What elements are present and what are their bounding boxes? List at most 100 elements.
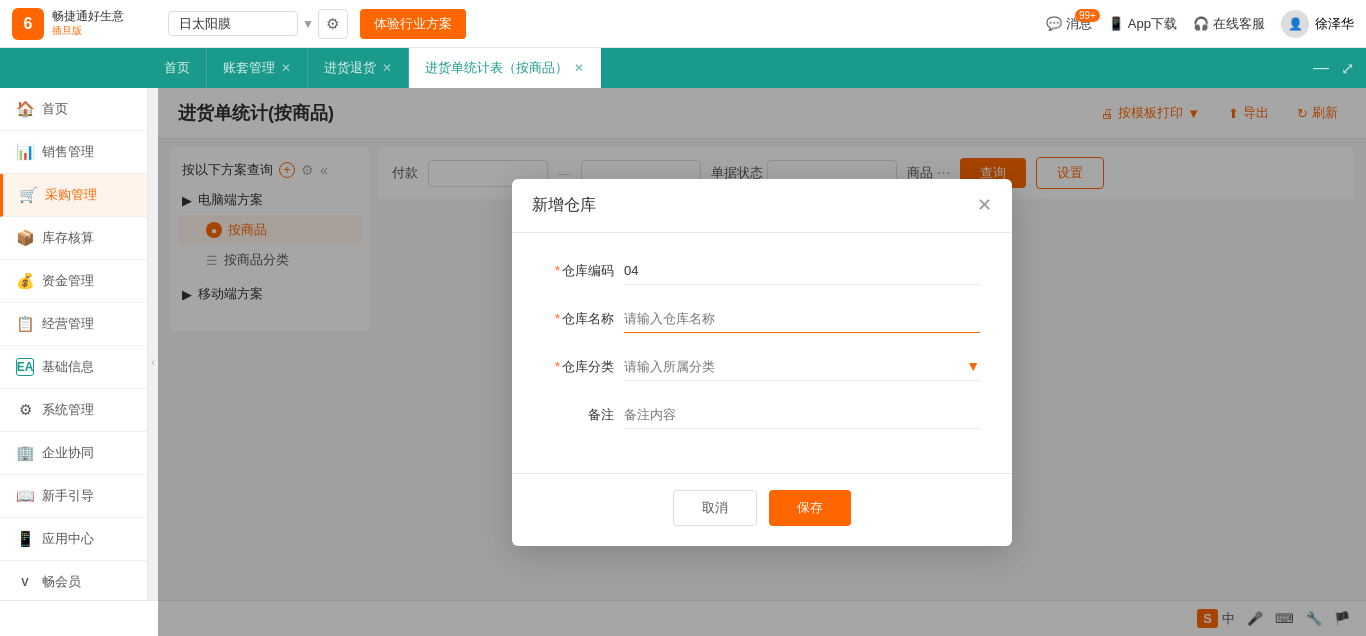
tab-home-label: 首页 (164, 59, 190, 77)
tab-purchase-return-label: 进货退货 (324, 59, 376, 77)
member-icon: V (16, 573, 34, 591)
content-area: 进货单统计(按商品) 🖨 按模板打印 ▼ ⬆ 导出 ↻ 刷新 (158, 88, 1366, 636)
sidebar-apps-label: 应用中心 (42, 530, 94, 548)
sidebar-item-enterprise[interactable]: 🏢 企业协同 (0, 432, 147, 475)
sidebar-item-purchase[interactable]: 🛒 采购管理 (0, 174, 147, 217)
tab-purchase-stats-close-icon[interactable]: ✕ (574, 61, 584, 75)
online-service-item[interactable]: 🎧 在线客服 (1193, 15, 1265, 33)
modal-overlay: 新增仓库 ✕ *仓库编码 *仓库名称 (158, 88, 1366, 636)
modal-footer: 取消 保存 (512, 473, 1012, 546)
sidebar-member-label: 畅会员 (42, 573, 81, 591)
username-label: 徐泽华 (1315, 15, 1354, 33)
sidebar-item-home[interactable]: 🏠 首页 (0, 88, 147, 131)
sidebar-enterprise-label: 企业协同 (42, 444, 94, 462)
warehouse-name-input[interactable] (624, 305, 980, 333)
tab-home[interactable]: 首页 (148, 48, 207, 88)
tab-account[interactable]: 账套管理 ✕ (207, 48, 308, 88)
tab-purchase-stats-label: 进货单统计表（按商品） (425, 59, 568, 77)
tab-purchase-return[interactable]: 进货退货 ✕ (308, 48, 409, 88)
sidebar-item-guide[interactable]: 📖 新手引导 (0, 475, 147, 518)
guide-icon: 📖 (16, 487, 34, 505)
category-label: *仓库分类 (544, 358, 614, 376)
system-icon: ⚙ (16, 401, 34, 419)
topbar: 6 畅捷通好生意 插旦版 ▼ ⚙ 体验行业方案 💬 消息 99+ 📱 App下载… (0, 0, 1366, 48)
name-required-star: * (555, 311, 560, 326)
form-row-name: *仓库名称 (544, 305, 980, 333)
tab-minimize-icon[interactable]: — (1309, 57, 1333, 79)
category-select-wrapper: ▼ (624, 353, 980, 381)
tab-purchase-return-close-icon[interactable]: ✕ (382, 61, 392, 75)
modal-header: 新增仓库 ✕ (512, 179, 1012, 233)
tab-purchase-stats[interactable]: 进货单统计表（按商品） ✕ (409, 48, 601, 88)
user-info[interactable]: 👤 徐泽华 (1281, 10, 1354, 38)
warehouse-code-input[interactable] (624, 257, 980, 285)
trial-button[interactable]: 体验行业方案 (360, 9, 466, 39)
message-badge: 99+ (1075, 9, 1100, 22)
warehouse-modal: 新增仓库 ✕ *仓库编码 *仓库名称 (512, 179, 1012, 546)
basic-info-icon: EA (16, 358, 34, 376)
sidebar-home-label: 首页 (42, 100, 68, 118)
sidebar-operation-label: 经营管理 (42, 315, 94, 333)
logo-icon: 6 (12, 8, 44, 40)
settings-icon[interactable]: ⚙ (318, 9, 348, 39)
sidebar-guide-label: 新手引导 (42, 487, 94, 505)
stock-icon: 📦 (16, 229, 34, 247)
app-download-item[interactable]: 📱 App下载 (1108, 15, 1177, 33)
form-row-category: *仓库分类 ▼ (544, 353, 980, 381)
tabbar-controls: — ⤢ (1309, 57, 1366, 80)
online-service-label: 在线客服 (1213, 15, 1265, 33)
sidebar-collapse-handle[interactable]: ‹ (148, 88, 158, 636)
sidebar-finance-label: 资金管理 (42, 272, 94, 290)
user-avatar: 👤 (1281, 10, 1309, 38)
tab-maximize-icon[interactable]: ⤢ (1337, 57, 1358, 80)
sidebar-item-operation[interactable]: 📋 经营管理 (0, 303, 147, 346)
modal-title: 新增仓库 (532, 195, 596, 216)
store-search-input[interactable] (168, 11, 298, 36)
tab-account-label: 账套管理 (223, 59, 275, 77)
sidebar-system-label: 系统管理 (42, 401, 94, 419)
sidebar-item-stock[interactable]: 📦 库存核算 (0, 217, 147, 260)
logo-sub: 插旦版 (52, 24, 124, 38)
topbar-search: ▼ ⚙ 体验行业方案 (168, 9, 466, 39)
category-input[interactable] (624, 353, 966, 380)
tab-account-close-icon[interactable]: ✕ (281, 61, 291, 75)
sidebar-item-member[interactable]: V 畅会员 (0, 561, 147, 604)
sidebar-item-finance[interactable]: 💰 资金管理 (0, 260, 147, 303)
note-input[interactable] (624, 401, 980, 429)
sidebar-basic-info-label: 基础信息 (42, 358, 94, 376)
sales-icon: 📊 (16, 143, 34, 161)
message-icon: 💬 (1046, 16, 1062, 31)
purchase-icon: 🛒 (19, 186, 37, 204)
sidebar-item-sales[interactable]: 📊 销售管理 (0, 131, 147, 174)
modal-close-icon[interactable]: ✕ (977, 196, 992, 214)
sidebar-item-system[interactable]: ⚙ 系统管理 (0, 389, 147, 432)
sidebar-purchase-label: 采购管理 (45, 186, 97, 204)
topbar-right: 💬 消息 99+ 📱 App下载 🎧 在线客服 👤 徐泽华 (1046, 10, 1354, 38)
modal-body: *仓库编码 *仓库名称 *仓库分类 (512, 233, 1012, 473)
headset-icon: 🎧 (1193, 16, 1209, 31)
code-required-star: * (555, 263, 560, 278)
sidebar-item-basic-info[interactable]: EA 基础信息 (0, 346, 147, 389)
message-item[interactable]: 💬 消息 99+ (1046, 15, 1092, 33)
home-icon: 🏠 (16, 100, 34, 118)
category-dropdown-icon[interactable]: ▼ (966, 358, 980, 374)
main-layout: 🏠 首页 📊 销售管理 🛒 采购管理 📦 库存核算 💰 资金管理 📋 经营管理 … (0, 88, 1366, 636)
form-row-note: 备注 (544, 401, 980, 429)
search-dropdown-icon[interactable]: ▼ (302, 17, 314, 31)
tabbar: 首页 账套管理 ✕ 进货退货 ✕ 进货单统计表（按商品） ✕ — ⤢ (0, 48, 1366, 88)
mobile-icon: 📱 (1108, 16, 1124, 31)
app-download-label: App下载 (1128, 15, 1177, 33)
logo-text: 畅捷通好生意 (52, 9, 124, 25)
cancel-button[interactable]: 取消 (673, 490, 757, 526)
apps-icon: 📱 (16, 530, 34, 548)
save-button[interactable]: 保存 (769, 490, 851, 526)
name-label: *仓库名称 (544, 310, 614, 328)
sidebar-item-apps[interactable]: 📱 应用中心 (0, 518, 147, 561)
category-required-star: * (555, 359, 560, 374)
note-label: 备注 (544, 406, 614, 424)
sidebar-sales-label: 销售管理 (42, 143, 94, 161)
enterprise-icon: 🏢 (16, 444, 34, 462)
operation-icon: 📋 (16, 315, 34, 333)
finance-icon: 💰 (16, 272, 34, 290)
sidebar: 🏠 首页 📊 销售管理 🛒 采购管理 📦 库存核算 💰 资金管理 📋 经营管理 … (0, 88, 148, 636)
